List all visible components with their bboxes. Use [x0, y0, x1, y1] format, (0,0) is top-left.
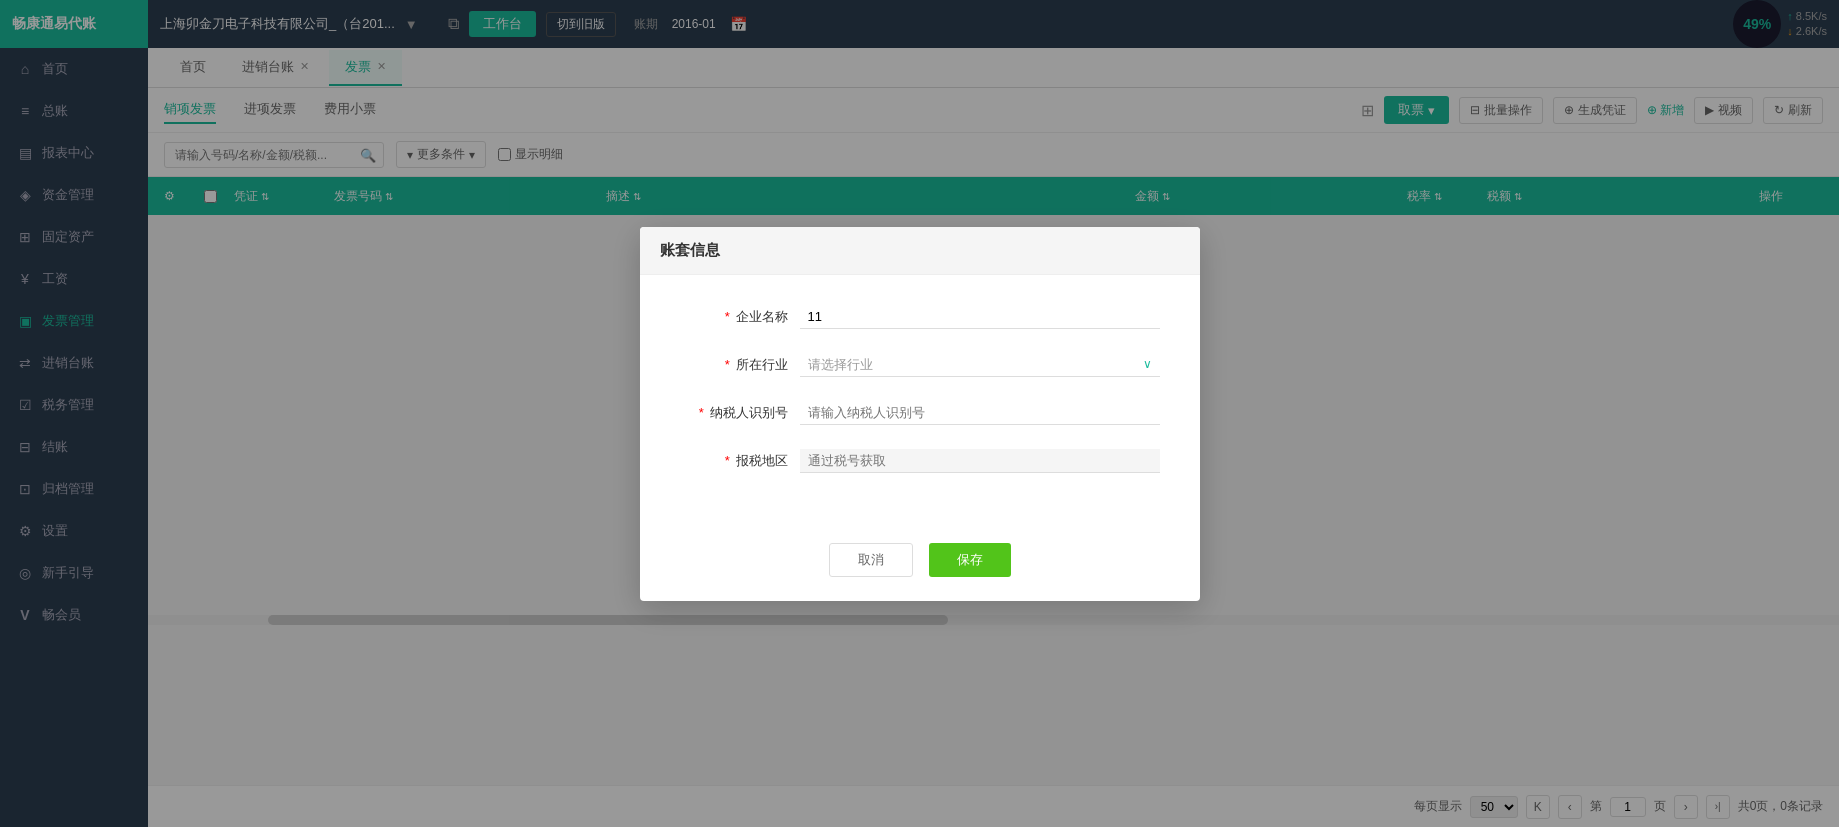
tax-region-input: [800, 449, 1160, 473]
industry-label: * 所在行业: [680, 356, 800, 374]
required-mark-tax: *: [699, 405, 704, 420]
tax-region-row: * 报税地区: [680, 449, 1160, 473]
taxpayer-id-label: * 纳税人识别号: [680, 404, 800, 422]
modal-body: * 企业名称 * 所在行业 请选择行业 ∨: [640, 275, 1200, 527]
required-mark-region: *: [725, 453, 730, 468]
required-mark: *: [725, 309, 730, 324]
industry-select-wrap: 请选择行业 ∨: [800, 353, 1160, 377]
taxpayer-id-row: * 纳税人识别号: [680, 401, 1160, 425]
modal-title: 账套信息: [640, 227, 1200, 275]
industry-row: * 所在行业 请选择行业 ∨: [680, 353, 1160, 377]
taxpayer-id-input[interactable]: [800, 401, 1160, 425]
modal-footer: 取消 保存: [640, 527, 1200, 601]
company-name-label: * 企业名称: [680, 308, 800, 326]
industry-select[interactable]: 请选择行业: [800, 353, 1160, 376]
company-name-input[interactable]: [800, 305, 1160, 329]
cancel-button[interactable]: 取消: [829, 543, 913, 577]
modal-overlay: 账套信息 * 企业名称 * 所在行业 请选择行业: [0, 0, 1839, 827]
required-mark-industry: *: [725, 357, 730, 372]
save-button[interactable]: 保存: [929, 543, 1011, 577]
account-info-modal: 账套信息 * 企业名称 * 所在行业 请选择行业: [640, 227, 1200, 601]
company-name-row: * 企业名称: [680, 305, 1160, 329]
tax-region-label: * 报税地区: [680, 452, 800, 470]
